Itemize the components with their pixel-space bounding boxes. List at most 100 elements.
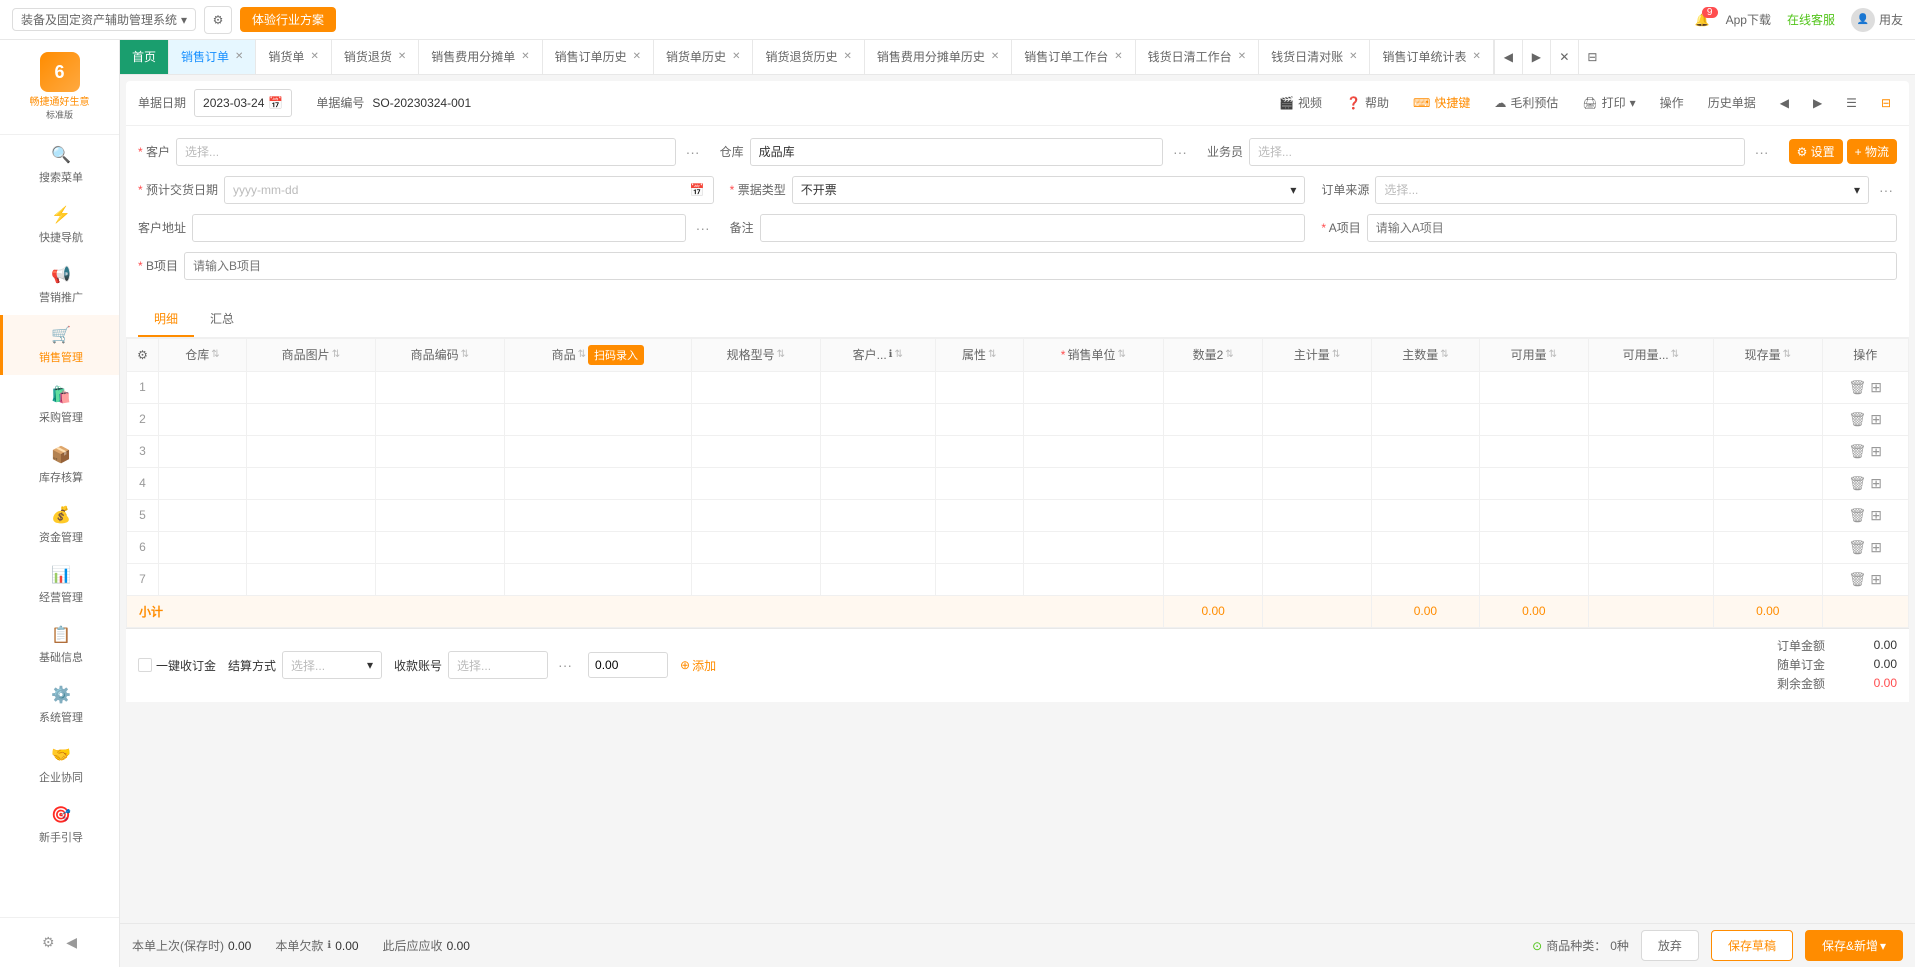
nav-item-sales[interactable]: 🛒 销售管理: [0, 315, 119, 375]
delete-row-3-icon[interactable]: 🗑: [1848, 443, 1866, 460]
tab-next-button[interactable]: ▶: [1522, 40, 1550, 75]
cell-mainunit-4[interactable]: [1263, 467, 1371, 499]
cell-warehouse-2[interactable]: [159, 403, 247, 435]
cell-product-1[interactable]: [504, 371, 691, 403]
customer-more-btn[interactable]: ···: [682, 144, 704, 160]
bank-account-more-btn[interactable]: ···: [554, 657, 576, 673]
tab-order-history[interactable]: 销售订单历史 ✕: [543, 40, 654, 75]
cell-code-1[interactable]: [375, 371, 504, 403]
salesperson-more-btn[interactable]: ···: [1751, 144, 1773, 160]
tab-close-sales-order[interactable]: ✕: [235, 51, 243, 62]
col-main-qty-sort[interactable]: 主数量 ⇅: [1380, 346, 1471, 363]
tab-daily-clear-workbench[interactable]: 钱货日清工作台 ✕: [1136, 40, 1259, 75]
cell-unit-6[interactable]: [1023, 531, 1163, 563]
col-sales-unit-sort[interactable]: * 销售单位 ⇅: [1032, 346, 1155, 363]
nav-item-inventory[interactable]: 📦 库存核算: [0, 435, 119, 495]
invoice-type-select[interactable]: 不开票 ▾: [792, 176, 1306, 204]
print-btn[interactable]: 🖨 打印 ▾: [1576, 92, 1641, 113]
tab-close-workbench[interactable]: ✕: [1114, 51, 1122, 62]
copy-row-3-icon[interactable]: ⊞: [1870, 443, 1882, 460]
cell-mainunit-7[interactable]: [1263, 563, 1371, 595]
cell-product-7[interactable]: [504, 563, 691, 595]
cell-actions-4[interactable]: 🗑 ⊞: [1822, 467, 1909, 499]
cell-unit-5[interactable]: [1023, 499, 1163, 531]
view-btn[interactable]: 🎬 视频: [1273, 92, 1328, 113]
cell-attr-5[interactable]: [935, 499, 1023, 531]
tab-home[interactable]: 首页: [120, 40, 169, 75]
col-current-stock-sort[interactable]: 现存量 ⇅: [1722, 346, 1813, 363]
add-payment-button[interactable]: ⊕ 添加: [680, 657, 716, 674]
save-draft-button[interactable]: 保存草稿: [1711, 930, 1793, 961]
col-product-image-sort[interactable]: 商品图片 ⇅: [255, 346, 367, 363]
cell-spec-5[interactable]: [691, 499, 820, 531]
tab-expense-split[interactable]: 销售费用分摊单 ✕: [419, 40, 542, 75]
cell-custcode-4[interactable]: [820, 467, 935, 499]
cell-warehouse-1[interactable]: [159, 371, 247, 403]
cell-qty2-5[interactable]: [1163, 499, 1262, 531]
cell-product-4[interactable]: [504, 467, 691, 499]
cell-spec-4[interactable]: [691, 467, 820, 499]
cell-unit-7[interactable]: [1023, 563, 1163, 595]
cell-unit-4[interactable]: [1023, 467, 1163, 499]
prev-doc-btn[interactable]: ◀: [1774, 94, 1795, 112]
payment-method-select[interactable]: 选择... ▾: [282, 651, 382, 679]
cell-mainqty-1[interactable]: [1371, 371, 1479, 403]
nav-item-search[interactable]: 🔍 搜索菜单: [0, 135, 119, 195]
salesperson-select[interactable]: 选择...: [1249, 138, 1745, 166]
cell-spec-2[interactable]: [691, 403, 820, 435]
tab-close-all-button[interactable]: ✕: [1550, 40, 1578, 75]
cell-mainunit-6[interactable]: [1263, 531, 1371, 563]
cell-mainunit-5[interactable]: [1263, 499, 1371, 531]
tab-daily-clear-reconcile[interactable]: 钱货日清对账 ✕: [1259, 40, 1370, 75]
tab-order-stats[interactable]: 销售订单统计表 ✕: [1370, 40, 1493, 75]
tab-menu-button[interactable]: ⊟: [1578, 40, 1606, 75]
cell-custcode-7[interactable]: [820, 563, 935, 595]
delete-row-4-icon[interactable]: 🗑: [1848, 475, 1866, 492]
delete-row-1-icon[interactable]: 🗑: [1848, 379, 1866, 396]
remark-input[interactable]: [760, 214, 1306, 242]
cell-unit-1[interactable]: [1023, 371, 1163, 403]
b-project-input[interactable]: [184, 252, 1897, 280]
tab-workbench[interactable]: 销售订单工作台 ✕: [1012, 40, 1135, 75]
nav-item-basic-info[interactable]: 📋 基础信息: [0, 615, 119, 675]
cell-warehouse-3[interactable]: [159, 435, 247, 467]
nav-item-quick[interactable]: ⚡ 快捷导航: [0, 195, 119, 255]
one-click-payment-checkbox[interactable]: 一键收订金: [138, 657, 216, 674]
tab-sales-invoice[interactable]: 销货单 ✕: [256, 40, 331, 75]
cell-code-7[interactable]: [375, 563, 504, 595]
shortcut-btn[interactable]: ⌨ 快捷键: [1407, 92, 1476, 113]
cell-mainunit-3[interactable]: [1263, 435, 1371, 467]
copy-row-6-icon[interactable]: ⊞: [1870, 539, 1882, 556]
copy-row-2-icon[interactable]: ⊞: [1870, 411, 1882, 428]
delete-row-6-icon[interactable]: 🗑: [1848, 539, 1866, 556]
notification-bell[interactable]: 🔔 9: [1695, 13, 1710, 27]
nav-item-collab[interactable]: 🤝 企业协同: [0, 735, 119, 795]
cell-attr-1[interactable]: [935, 371, 1023, 403]
col-product-name-sort[interactable]: 商品 ⇅ 扫码录入: [513, 345, 683, 365]
cell-attr-2[interactable]: [935, 403, 1023, 435]
cell-qty2-7[interactable]: [1163, 563, 1262, 595]
cell-custcode-2[interactable]: [820, 403, 935, 435]
cell-actions-1[interactable]: 🗑 ⊞: [1822, 371, 1909, 403]
cell-qty2-3[interactable]: [1163, 435, 1262, 467]
save-new-button[interactable]: 保存&新增 ▾: [1805, 930, 1903, 961]
cell-actions-3[interactable]: 🗑 ⊞: [1822, 435, 1909, 467]
collapse-button[interactable]: ⚙ ◀: [0, 926, 119, 959]
cell-product-6[interactable]: [504, 531, 691, 563]
col-main-unit-sort[interactable]: 主计量 ⇅: [1271, 346, 1362, 363]
settings-right-btn[interactable]: ⚙ 设置: [1789, 139, 1843, 164]
user-area[interactable]: 👤 用友: [1851, 8, 1903, 32]
cell-qty2-2[interactable]: [1163, 403, 1262, 435]
tab-return-history[interactable]: 销货退货历史 ✕: [753, 40, 864, 75]
cell-attr-6[interactable]: [935, 531, 1023, 563]
tab-prev-button[interactable]: ◀: [1494, 40, 1522, 75]
tab-invoice-history[interactable]: 销货单历史 ✕: [654, 40, 753, 75]
cell-actions-2[interactable]: 🗑 ⊞: [1822, 403, 1909, 435]
tab-close-daily-clear-workbench[interactable]: ✕: [1238, 51, 1246, 62]
cell-actions-6[interactable]: 🗑 ⊞: [1822, 531, 1909, 563]
cell-mainqty-5[interactable]: [1371, 499, 1479, 531]
cell-qty2-1[interactable]: [1163, 371, 1262, 403]
copy-row-7-icon[interactable]: ⊞: [1870, 571, 1882, 588]
delete-row-5-icon[interactable]: 🗑: [1848, 507, 1866, 524]
cell-custcode-5[interactable]: [820, 499, 935, 531]
